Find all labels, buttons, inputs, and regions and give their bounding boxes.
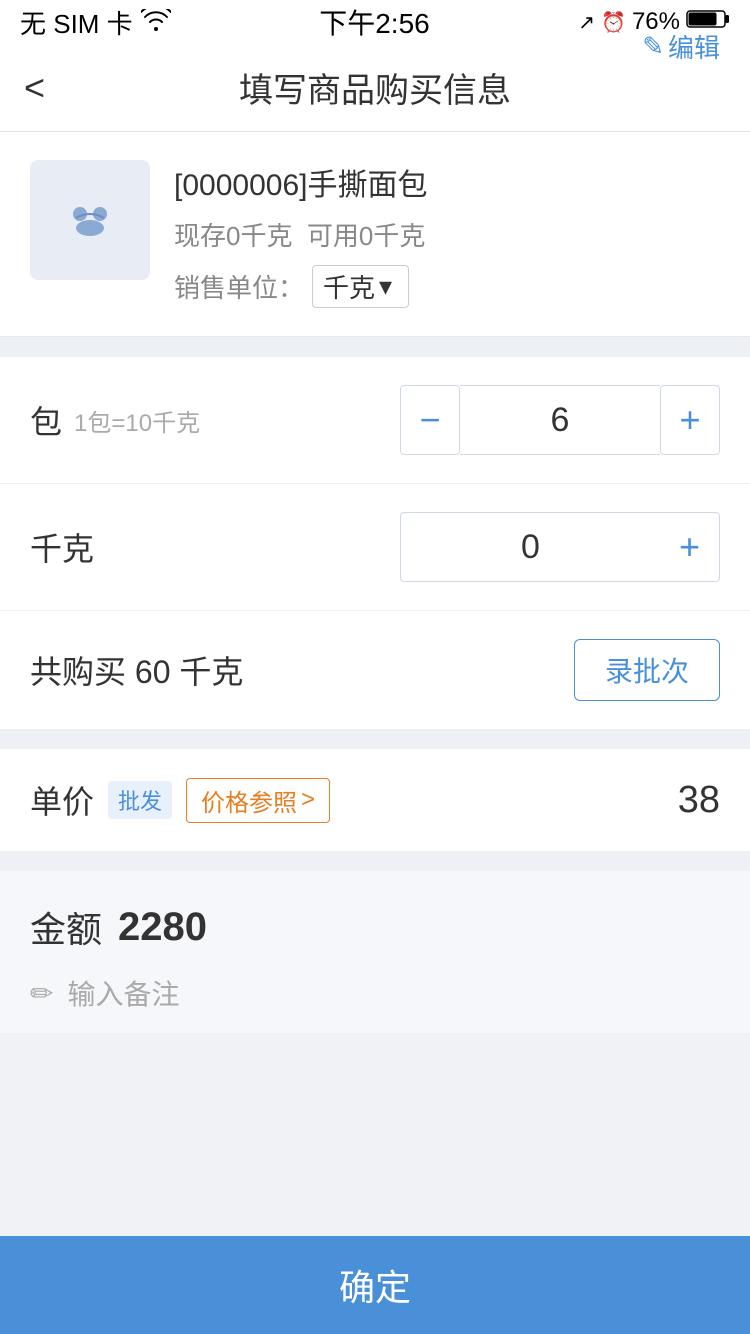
batch-button[interactable]: 录批次 bbox=[574, 639, 720, 701]
alarm-icon: ⏰ bbox=[601, 10, 626, 35]
unit-select[interactable]: 千克 ▾ bbox=[312, 265, 409, 308]
kg-row: 千克 + bbox=[0, 484, 750, 611]
remark-row[interactable]: ✏ 输入备注 bbox=[30, 973, 720, 1033]
total-row: 共购买 60 千克 录批次 bbox=[0, 611, 750, 729]
package-decrement-button[interactable]: − bbox=[400, 385, 460, 455]
package-controls: − + bbox=[400, 385, 720, 455]
product-stock: 现存0千克 可用0千克 bbox=[174, 216, 720, 253]
package-increment-button[interactable]: + bbox=[660, 385, 720, 455]
wifi-icon bbox=[141, 7, 171, 38]
package-section: 包 1包=10千克 − + 千克 + bbox=[0, 357, 750, 611]
carrier-text: 无 SIM 卡 bbox=[20, 4, 133, 41]
package-hint: 1包=10千克 bbox=[74, 403, 200, 438]
product-info: [0000006]手撕面包 现存0千克 可用0千克 销售单位： 千克 ▾ bbox=[174, 160, 720, 308]
status-left: 无 SIM 卡 bbox=[20, 4, 171, 41]
back-button[interactable]: < bbox=[24, 67, 45, 109]
package-quantity-input[interactable] bbox=[460, 385, 660, 455]
edit-icon: ✎ bbox=[642, 31, 664, 62]
divider-1 bbox=[0, 337, 750, 357]
chevron-down-icon: ▾ bbox=[379, 271, 392, 302]
kg-controls: + bbox=[400, 512, 720, 582]
divider-2 bbox=[0, 729, 750, 749]
divider-3 bbox=[0, 851, 750, 871]
product-name: [0000006]手撕面包 bbox=[174, 160, 720, 204]
product-unit: 销售单位： 千克 ▾ bbox=[174, 265, 720, 308]
product-card: [0000006]手撕面包 现存0千克 可用0千克 销售单位： 千克 ▾ ✎ 编… bbox=[0, 132, 750, 337]
package-row: 包 1包=10千克 − + bbox=[0, 357, 750, 484]
price-row: 单价 批发 价格参照 > 38 bbox=[0, 749, 750, 851]
bottom-bar[interactable]: 确定 bbox=[0, 1236, 750, 1334]
kg-quantity-input[interactable] bbox=[400, 512, 660, 582]
page-title: 填写商品购买信息 bbox=[239, 63, 511, 112]
kg-label: 千克 bbox=[30, 524, 400, 570]
nav-bar: < 填写商品购买信息 bbox=[0, 44, 750, 132]
amount-value: 2280 bbox=[118, 905, 207, 950]
kg-increment-button[interactable]: + bbox=[660, 512, 720, 582]
pencil-icon: ✏ bbox=[30, 977, 53, 1010]
price-value: 38 bbox=[678, 779, 720, 822]
total-text: 共购买 60 千克 bbox=[30, 647, 243, 693]
wholesale-tag: 批发 bbox=[108, 781, 172, 819]
product-thumbnail bbox=[30, 160, 150, 280]
price-label: 单价 批发 价格参照 > bbox=[30, 777, 330, 823]
edit-button[interactable]: ✎ 编辑 bbox=[642, 28, 720, 65]
status-bar: 无 SIM 卡 下午2:56 ↗ ⏰ 76% bbox=[0, 0, 750, 44]
confirm-button[interactable]: 确定 bbox=[339, 1259, 411, 1311]
chevron-right-icon: > bbox=[301, 786, 315, 814]
amount-row: 金额 2280 bbox=[30, 901, 720, 953]
location-icon: ↗ bbox=[578, 10, 595, 35]
amount-section: 金额 2280 ✏ 输入备注 bbox=[0, 871, 750, 1033]
price-ref-button[interactable]: 价格参照 > bbox=[186, 778, 330, 823]
package-label: 包 1包=10千克 bbox=[30, 397, 400, 443]
amount-label: 金额 bbox=[30, 901, 102, 953]
status-time: 下午2:56 bbox=[319, 2, 430, 42]
remark-placeholder: 输入备注 bbox=[67, 973, 179, 1013]
